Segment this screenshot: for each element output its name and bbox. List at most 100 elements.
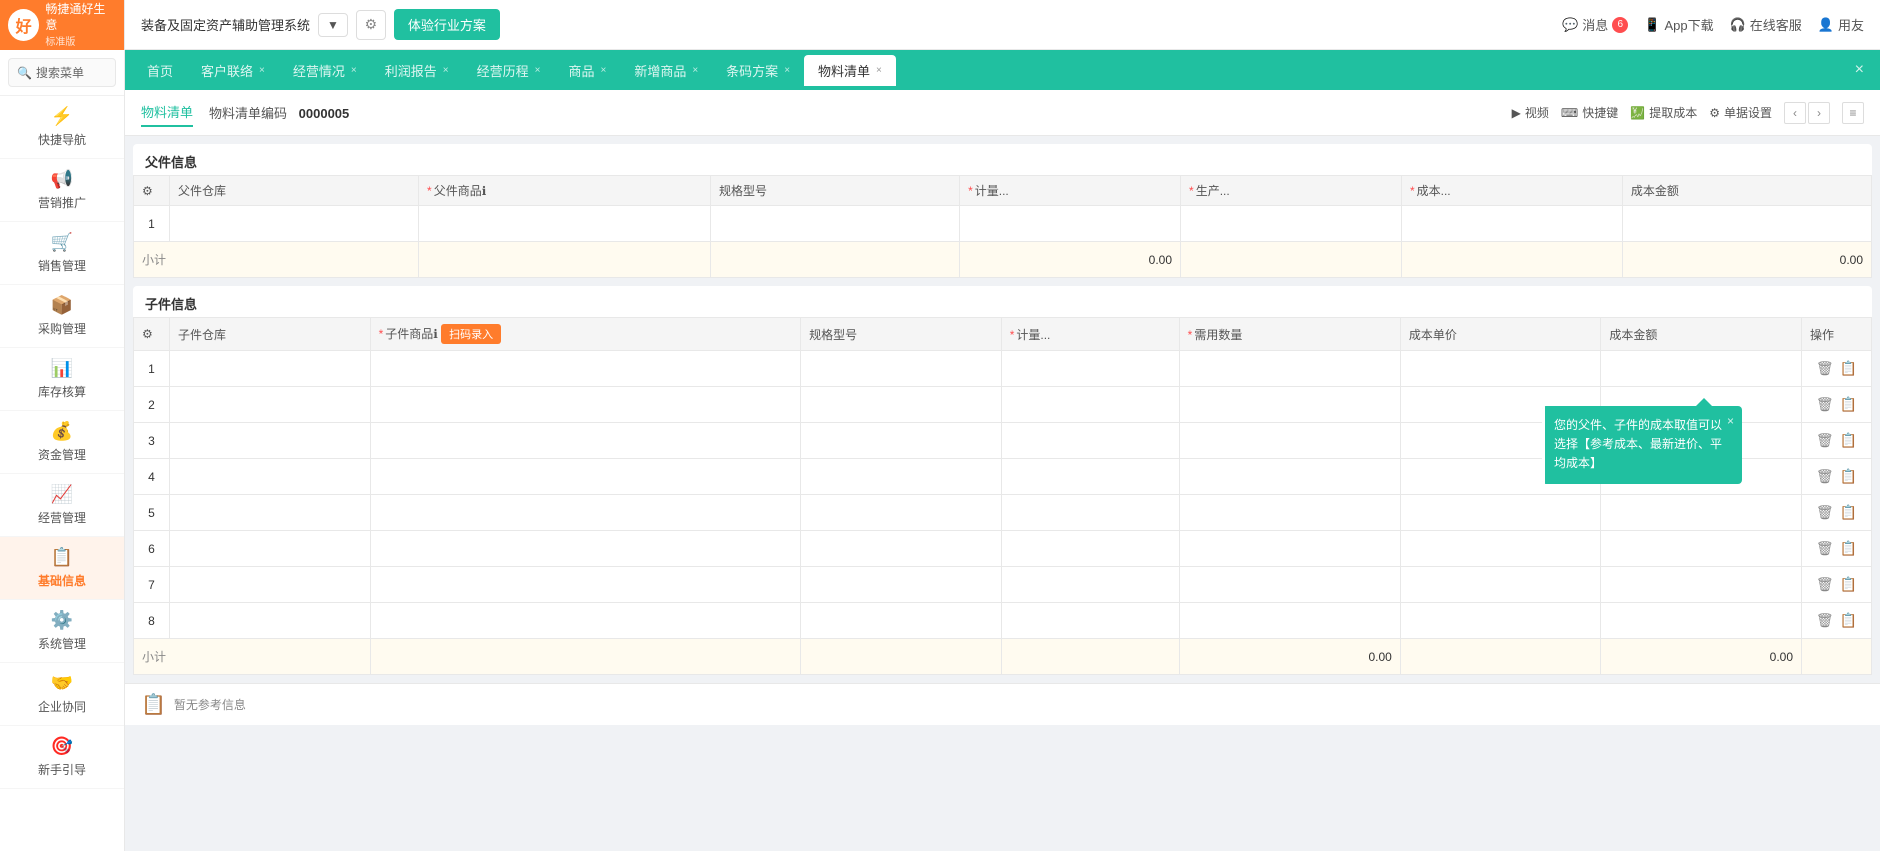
system-select-button[interactable]: ▼ <box>318 13 348 37</box>
child-qty-2[interactable] <box>1179 387 1400 423</box>
tab-new-products[interactable]: 新增商品 × <box>620 55 712 86</box>
child-unit-8[interactable] <box>1001 603 1179 639</box>
sidebar-item-inventory[interactable]: 📊 库存核算 <box>0 348 124 411</box>
child-warehouse-3[interactable] <box>170 423 371 459</box>
tooltip-close-button[interactable]: × <box>1727 412 1734 431</box>
parent-cost-amount-cell[interactable] <box>1622 206 1871 242</box>
video-action[interactable]: ▶ 视频 <box>1512 104 1549 121</box>
tab-bom[interactable]: 物料清单 × <box>804 55 896 86</box>
delete-icon-1[interactable]: 🗑 <box>1816 360 1834 377</box>
child-unit-6[interactable] <box>1001 531 1179 567</box>
child-unit-price-5[interactable] <box>1400 495 1601 531</box>
extract-cost-action[interactable]: 💹 提取成本 <box>1630 104 1697 121</box>
tab-customers[interactable]: 客户联络 × <box>187 55 279 86</box>
child-warehouse-1[interactable] <box>170 351 371 387</box>
child-unit-3[interactable] <box>1001 423 1179 459</box>
prev-record-button[interactable]: ‹ <box>1784 102 1806 124</box>
app-download-button[interactable]: 📱 App下载 <box>1644 15 1713 34</box>
delete-icon-7[interactable]: 🗑 <box>1816 576 1834 593</box>
child-cost-amount-7[interactable] <box>1601 567 1802 603</box>
user-button[interactable]: 👤 用友 <box>1818 15 1864 34</box>
delete-icon-5[interactable]: 🗑 <box>1816 504 1834 521</box>
child-qty-3[interactable] <box>1179 423 1400 459</box>
child-qty-5[interactable] <box>1179 495 1400 531</box>
child-spec-5[interactable] <box>801 495 1002 531</box>
message-button[interactable]: 💬 消息 6 <box>1562 15 1628 34</box>
child-qty-7[interactable] <box>1179 567 1400 603</box>
child-warehouse-4[interactable] <box>170 459 371 495</box>
online-service-button[interactable]: 🎧 在线客服 <box>1730 15 1802 34</box>
child-cost-amount-5[interactable] <box>1601 495 1802 531</box>
sidebar-item-finance[interactable]: 💰 资金管理 <box>0 411 124 474</box>
delete-icon-4[interactable]: 🗑 <box>1816 468 1834 485</box>
sidebar-item-purchase[interactable]: 📦 采购管理 <box>0 285 124 348</box>
copy-icon-4[interactable]: 📋 <box>1840 468 1857 485</box>
sub-tab-bom-code[interactable]: 物料清单编码 0000005 <box>209 99 349 126</box>
sidebar-item-system[interactable]: ⚙️ 系统管理 <box>0 600 124 663</box>
child-spec-3[interactable] <box>801 423 1002 459</box>
child-qty-4[interactable] <box>1179 459 1400 495</box>
child-unit-price-6[interactable] <box>1400 531 1601 567</box>
trial-button[interactable]: 体验行业方案 <box>394 9 500 40</box>
child-unit-2[interactable] <box>1001 387 1179 423</box>
parent-warehouse-cell[interactable] <box>170 206 419 242</box>
child-product-5[interactable] <box>370 495 801 531</box>
copy-icon-2[interactable]: 📋 <box>1840 396 1857 413</box>
sidebar-item-quick-nav[interactable]: ⚡ 快捷导航 <box>0 96 124 159</box>
tab-products[interactable]: 商品 × <box>554 55 620 86</box>
settings-gear-button[interactable]: ⚙ <box>356 10 386 40</box>
child-cost-amount-6[interactable] <box>1601 531 1802 567</box>
child-product-6[interactable] <box>370 531 801 567</box>
tab-customers-close[interactable]: × <box>259 65 265 76</box>
tab-home[interactable]: 首页 <box>133 55 187 86</box>
sidebar-item-sales[interactable]: 🛒 销售管理 <box>0 222 124 285</box>
delete-icon-6[interactable]: 🗑 <box>1816 540 1834 557</box>
close-all-tabs-button[interactable]: × <box>1847 57 1872 83</box>
sidebar-item-marketing[interactable]: 📢 营销推广 <box>0 159 124 222</box>
child-product-7[interactable] <box>370 567 801 603</box>
document-settings-action[interactable]: ⚙ 单据设置 <box>1709 104 1772 121</box>
child-unit-price-8[interactable] <box>1400 603 1601 639</box>
child-spec-6[interactable] <box>801 531 1002 567</box>
child-product-3[interactable] <box>370 423 801 459</box>
sub-tab-bom-list[interactable]: 物料清单 <box>141 98 193 127</box>
child-col-gear[interactable]: ⚙ <box>134 318 170 351</box>
copy-icon-3[interactable]: 📋 <box>1840 432 1857 449</box>
child-warehouse-7[interactable] <box>170 567 371 603</box>
child-unit-4[interactable] <box>1001 459 1179 495</box>
delete-icon-2[interactable]: 🗑 <box>1816 396 1834 413</box>
delete-icon-8[interactable]: 🗑 <box>1816 612 1834 629</box>
tab-bom-close[interactable]: × <box>876 65 882 76</box>
child-qty-8[interactable] <box>1179 603 1400 639</box>
child-warehouse-6[interactable] <box>170 531 371 567</box>
child-product-1[interactable] <box>370 351 801 387</box>
child-unit-price-7[interactable] <box>1400 567 1601 603</box>
next-record-button[interactable]: › <box>1808 102 1830 124</box>
child-cost-amount-1[interactable] <box>1601 351 1802 387</box>
child-product-2[interactable] <box>370 387 801 423</box>
child-product-8[interactable] <box>370 603 801 639</box>
child-unit-5[interactable] <box>1001 495 1179 531</box>
child-unit-7[interactable] <box>1001 567 1179 603</box>
child-spec-1[interactable] <box>801 351 1002 387</box>
tab-operations[interactable]: 经营情况 × <box>279 55 371 86</box>
parent-spec-cell[interactable] <box>711 206 960 242</box>
parent-cost-cell[interactable] <box>1401 206 1622 242</box>
tab-history[interactable]: 经营历程 × <box>463 55 555 86</box>
view-toggle-button[interactable]: ≡ <box>1842 102 1864 124</box>
child-product-4[interactable] <box>370 459 801 495</box>
tab-history-close[interactable]: × <box>535 65 541 76</box>
child-qty-1[interactable] <box>1179 351 1400 387</box>
copy-icon-1[interactable]: 📋 <box>1840 360 1857 377</box>
child-warehouse-2[interactable] <box>170 387 371 423</box>
sidebar-item-operation[interactable]: 📈 经营管理 <box>0 474 124 537</box>
tab-products-close[interactable]: × <box>600 65 606 76</box>
parent-product-cell[interactable] <box>419 206 711 242</box>
child-spec-4[interactable] <box>801 459 1002 495</box>
copy-icon-7[interactable]: 📋 <box>1840 576 1857 593</box>
child-qty-6[interactable] <box>1179 531 1400 567</box>
copy-icon-6[interactable]: 📋 <box>1840 540 1857 557</box>
child-warehouse-5[interactable] <box>170 495 371 531</box>
parent-col-gear[interactable]: ⚙ <box>134 176 170 206</box>
sidebar-item-guide[interactable]: 🎯 新手引导 <box>0 726 124 789</box>
